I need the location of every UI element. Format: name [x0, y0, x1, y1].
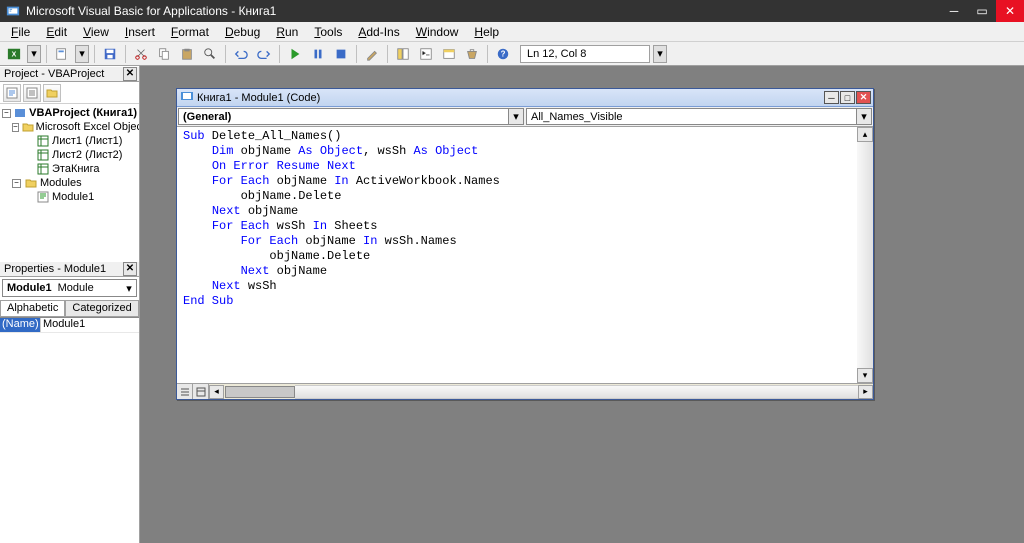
menu-addins[interactable]: Add-Ins [351, 24, 406, 40]
excel-view-button[interactable]: X [4, 44, 24, 64]
code-maximize-button[interactable]: □ [840, 91, 855, 104]
project-root[interactable]: VBAProject (Книга1) [29, 107, 137, 119]
sheet-item[interactable]: Лист1 (Лист1) [52, 135, 122, 147]
toggle-folders-button[interactable] [43, 84, 61, 102]
code-minimize-button[interactable]: ─ [824, 91, 839, 104]
tab-categorized[interactable]: Categorized [65, 300, 138, 316]
properties-grid[interactable]: (Name) Module1 [0, 317, 139, 333]
help-button[interactable]: ? [493, 44, 513, 64]
svg-text:?: ? [501, 49, 506, 58]
break-button[interactable] [308, 44, 328, 64]
menu-tools[interactable]: Tools [307, 24, 349, 40]
run-button[interactable] [285, 44, 305, 64]
object-name: Module1 [3, 282, 56, 294]
properties-panel-header: Properties - Module1 ✕ [0, 261, 139, 277]
paste-button[interactable] [177, 44, 197, 64]
code-window-title: Книга1 - Module1 (Code) [197, 92, 823, 104]
insert-module-button[interactable] [52, 44, 72, 64]
redo-button[interactable] [254, 44, 274, 64]
copy-button[interactable] [154, 44, 174, 64]
workbook-item[interactable]: ЭтаКнига [52, 163, 99, 175]
excel-dropdown[interactable]: ▾ [27, 45, 41, 63]
scroll-right-icon[interactable]: ▸ [858, 385, 873, 399]
project-toolbar [0, 82, 139, 104]
chevron-down-icon: ▾ [856, 109, 871, 124]
module-icon [36, 191, 50, 203]
menu-insert[interactable]: Insert [118, 24, 162, 40]
undo-button[interactable] [231, 44, 251, 64]
close-button[interactable]: ✕ [996, 0, 1024, 22]
project-tree[interactable]: −VBAProject (Книга1) −Microsoft Excel Ob… [0, 104, 139, 261]
full-module-view-button[interactable] [193, 384, 209, 399]
titlebar: Microsoft Visual Basic for Applications … [0, 0, 1024, 22]
toolbox-button[interactable] [462, 44, 482, 64]
window-title: Microsoft Visual Basic for Applications … [26, 4, 940, 18]
design-mode-button[interactable] [362, 44, 382, 64]
svg-text:X: X [12, 51, 17, 58]
object-type: Module [56, 282, 122, 294]
horizontal-scrollbar[interactable]: ◂ ▸ [209, 384, 873, 399]
menu-view[interactable]: View [76, 24, 116, 40]
toolbar: X ▾ ▾ ? Ln 12, Col 8 ▾ [0, 42, 1024, 66]
mdi-area: Книга1 - Module1 (Code) ─ □ ✕ (General)▾… [140, 66, 1024, 543]
menu-file[interactable]: File [4, 24, 37, 40]
position-dropdown[interactable]: ▾ [653, 45, 667, 63]
project-panel-title: Project - VBAProject [4, 68, 104, 80]
minimize-button[interactable]: ─ [940, 0, 968, 22]
folder-icon [24, 177, 38, 189]
folder-modules[interactable]: Modules [40, 177, 82, 189]
code-editor[interactable]: Sub Delete_All_Names() Dim objName As Ob… [177, 127, 857, 383]
code-window: Книга1 - Module1 (Code) ─ □ ✕ (General)▾… [176, 88, 874, 400]
scroll-left-icon[interactable]: ◂ [209, 385, 224, 399]
sheet-item[interactable]: Лист2 (Лист2) [52, 149, 122, 161]
insert-dropdown[interactable]: ▾ [75, 45, 89, 63]
project-panel-header: Project - VBAProject ✕ [0, 66, 139, 82]
vba-logo-icon [6, 4, 20, 18]
folder-excel-objects[interactable]: Microsoft Excel Objects [36, 121, 139, 133]
menu-edit[interactable]: Edit [39, 24, 74, 40]
menu-run[interactable]: Run [269, 24, 305, 40]
procedure-dropdown[interactable]: All_Names_Visible▾ [526, 108, 872, 125]
project-icon [14, 107, 27, 119]
menu-window[interactable]: Window [409, 24, 466, 40]
properties-panel-title: Properties - Module1 [4, 263, 106, 275]
scroll-down-icon[interactable]: ▾ [857, 368, 873, 383]
cursor-position: Ln 12, Col 8 [520, 45, 650, 63]
folder-icon [22, 121, 34, 133]
properties-button[interactable] [416, 44, 436, 64]
project-panel-close[interactable]: ✕ [123, 67, 137, 81]
reset-button[interactable] [331, 44, 351, 64]
chevron-down-icon: ▾ [508, 109, 523, 124]
object-browser-button[interactable] [439, 44, 459, 64]
vertical-scrollbar[interactable]: ▴ ▾ [857, 127, 873, 383]
code-window-titlebar[interactable]: Книга1 - Module1 (Code) ─ □ ✕ [177, 89, 873, 107]
sheet-icon [36, 135, 50, 147]
menu-format[interactable]: Format [164, 24, 216, 40]
menu-help[interactable]: Help [467, 24, 506, 40]
view-object-button[interactable] [23, 84, 41, 102]
find-button[interactable] [200, 44, 220, 64]
cut-button[interactable] [131, 44, 151, 64]
save-button[interactable] [100, 44, 120, 64]
prop-val-name[interactable]: Module1 [40, 318, 139, 332]
sheet-icon [36, 149, 50, 161]
procedure-view-button[interactable] [177, 384, 193, 399]
properties-panel-close[interactable]: ✕ [123, 262, 137, 276]
view-code-button[interactable] [3, 84, 21, 102]
tab-alphabetic[interactable]: Alphabetic [0, 300, 65, 316]
scroll-up-icon[interactable]: ▴ [857, 127, 873, 142]
vba-logo-icon [181, 90, 193, 105]
prop-key-name[interactable]: (Name) [0, 318, 40, 332]
module-item[interactable]: Module1 [52, 191, 94, 203]
object-dropdown[interactable]: (General)▾ [178, 108, 524, 125]
project-explorer-button[interactable] [393, 44, 413, 64]
code-close-button[interactable]: ✕ [856, 91, 871, 104]
maximize-button[interactable]: ▭ [968, 0, 996, 22]
workbook-icon [36, 163, 50, 175]
menubar: File Edit View Insert Format Debug Run T… [0, 22, 1024, 42]
menu-debug[interactable]: Debug [218, 24, 267, 40]
properties-object-selector[interactable]: Module1 Module ▾ [2, 279, 137, 297]
